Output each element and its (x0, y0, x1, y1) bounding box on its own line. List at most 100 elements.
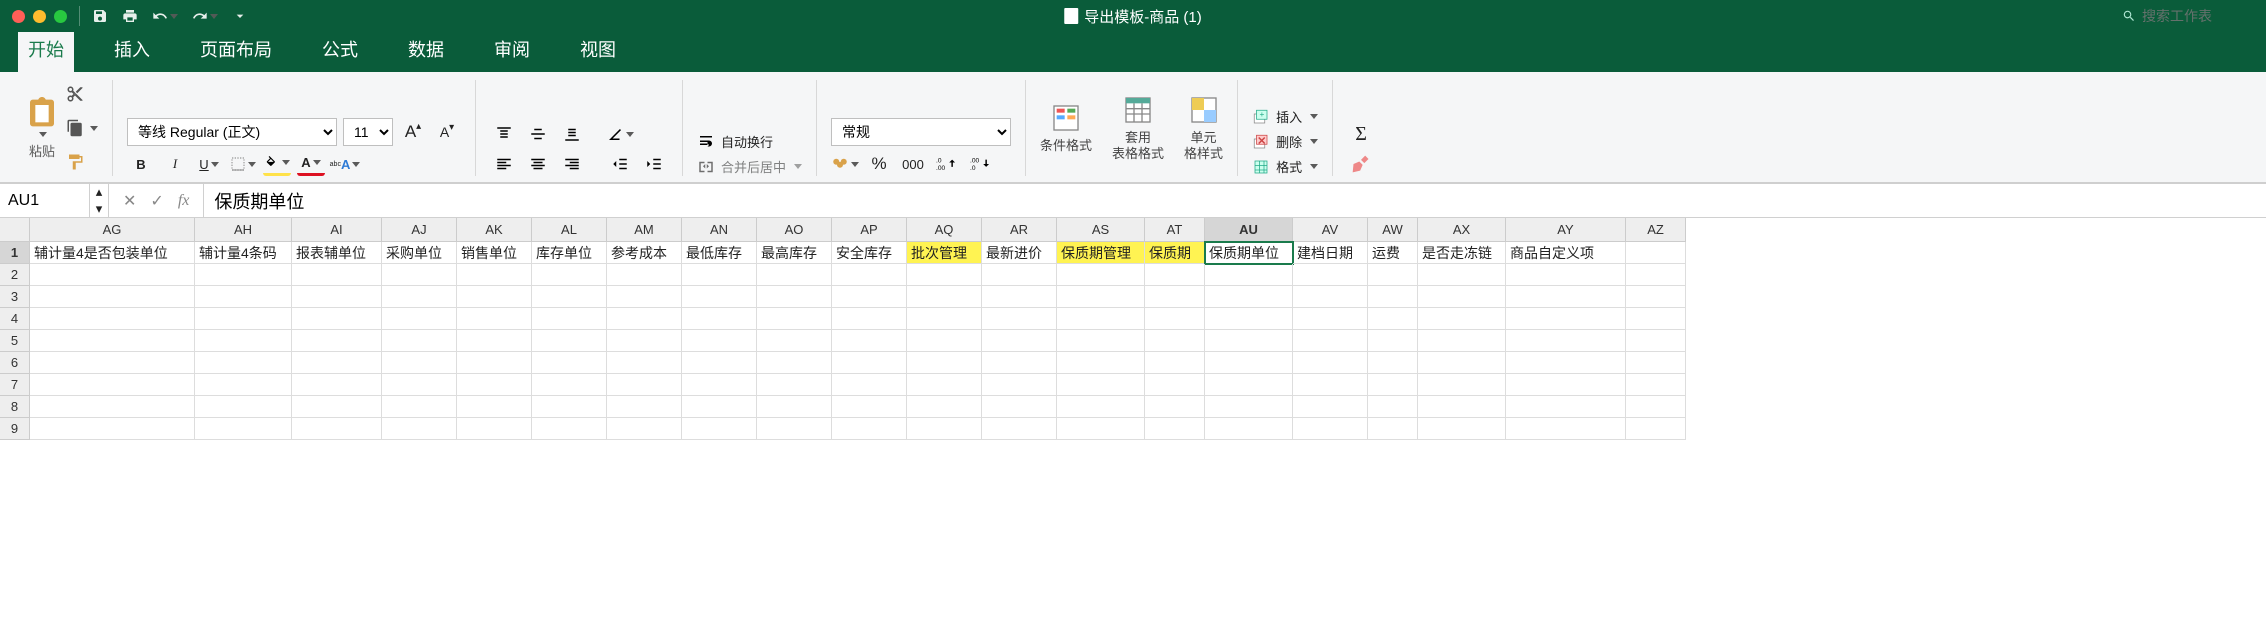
cell[interactable] (1145, 286, 1205, 308)
decrease-indent-button[interactable] (606, 152, 634, 176)
column-header[interactable]: AR (982, 218, 1057, 242)
paste-button[interactable]: 粘贴 (26, 97, 58, 160)
cell[interactable] (832, 330, 907, 352)
cell[interactable] (682, 418, 757, 440)
decrease-decimal-button[interactable]: .00.0 (967, 152, 995, 176)
name-box-stepper[interactable]: ▴ ▾ (90, 184, 109, 217)
tab-2[interactable]: 页面布局 (190, 28, 282, 72)
insert-cells-button[interactable]: +插入 (1252, 107, 1318, 126)
table-format-button[interactable]: 套用 表格格式 (1112, 94, 1164, 161)
cell[interactable] (457, 308, 532, 330)
cell[interactable] (982, 308, 1057, 330)
align-bottom-button[interactable] (558, 122, 586, 146)
percent-button[interactable]: % (865, 152, 893, 176)
cell[interactable] (1293, 286, 1368, 308)
cell[interactable] (682, 396, 757, 418)
cell[interactable] (1145, 308, 1205, 330)
cell[interactable] (1626, 330, 1686, 352)
cell[interactable]: 是否走冻链 (1418, 242, 1506, 264)
cell[interactable] (1057, 330, 1145, 352)
cell[interactable] (532, 330, 607, 352)
cell[interactable] (607, 286, 682, 308)
cell[interactable] (832, 352, 907, 374)
format-painter-button[interactable] (66, 148, 98, 176)
cell[interactable] (1293, 418, 1368, 440)
stepper-down-icon[interactable]: ▾ (90, 201, 108, 218)
cell[interactable] (30, 264, 195, 286)
confirm-edit-button[interactable]: ✓ (150, 191, 163, 211)
cell[interactable] (757, 308, 832, 330)
increase-decimal-button[interactable]: .0.00 (933, 152, 961, 176)
merge-center-button[interactable]: 合并后居中 (697, 157, 802, 176)
cell[interactable] (757, 418, 832, 440)
cell-style-button[interactable]: 单元 格样式 (1184, 94, 1223, 161)
cell[interactable] (195, 352, 292, 374)
cell[interactable] (1626, 352, 1686, 374)
copy-button[interactable] (66, 114, 98, 142)
cell[interactable]: 安全库存 (832, 242, 907, 264)
row-header[interactable]: 3 (0, 286, 30, 308)
cell[interactable] (907, 352, 982, 374)
cell[interactable] (757, 374, 832, 396)
cell[interactable] (1368, 330, 1418, 352)
cell[interactable] (532, 396, 607, 418)
cell[interactable] (607, 264, 682, 286)
cell[interactable] (982, 374, 1057, 396)
cell[interactable] (195, 374, 292, 396)
more-icon[interactable] (232, 8, 248, 24)
cell[interactable] (1418, 374, 1506, 396)
column-header[interactable]: AW (1368, 218, 1418, 242)
cell[interactable] (457, 330, 532, 352)
cell[interactable] (382, 396, 457, 418)
cell[interactable] (1293, 396, 1368, 418)
bold-button[interactable]: B (127, 152, 155, 176)
tab-4[interactable]: 数据 (398, 28, 454, 72)
stepper-up-icon[interactable]: ▴ (90, 184, 108, 201)
cell[interactable] (1418, 352, 1506, 374)
fill-color-button[interactable] (263, 152, 291, 176)
comma-button[interactable]: 000 (899, 152, 927, 176)
cell[interactable] (1057, 286, 1145, 308)
cell[interactable] (607, 396, 682, 418)
italic-button[interactable]: I (161, 152, 189, 176)
increase-font-button[interactable]: A▴ (399, 120, 427, 144)
row-header[interactable]: 1 (0, 242, 30, 264)
column-header[interactable]: AZ (1626, 218, 1686, 242)
cell[interactable] (195, 264, 292, 286)
delete-cells-button[interactable]: 删除 (1252, 132, 1318, 151)
column-header[interactable]: AP (832, 218, 907, 242)
undo-icon[interactable] (152, 8, 178, 24)
column-header[interactable]: AT (1145, 218, 1205, 242)
underline-button[interactable]: U (195, 152, 223, 176)
cell[interactable] (1368, 352, 1418, 374)
font-size-select[interactable]: 11 (343, 118, 393, 146)
cell[interactable] (1506, 374, 1626, 396)
cell[interactable] (195, 308, 292, 330)
increase-indent-button[interactable] (640, 152, 668, 176)
cell[interactable] (1626, 286, 1686, 308)
currency-button[interactable] (831, 152, 859, 176)
tab-0[interactable]: 开始 (18, 28, 74, 72)
cell[interactable] (195, 286, 292, 308)
cell[interactable] (1293, 374, 1368, 396)
wrap-text-button[interactable]: 自动换行 (697, 132, 802, 151)
font-color-button[interactable]: A (297, 152, 325, 176)
column-header[interactable]: AM (607, 218, 682, 242)
conditional-format-button[interactable]: 条件格式 (1040, 102, 1092, 154)
cell[interactable] (1506, 418, 1626, 440)
format-cells-button[interactable]: 格式 (1252, 157, 1318, 176)
cell[interactable] (907, 308, 982, 330)
save-icon[interactable] (92, 8, 108, 24)
column-header[interactable]: AK (457, 218, 532, 242)
cell[interactable] (1205, 352, 1293, 374)
cell[interactable] (682, 264, 757, 286)
cell[interactable] (292, 396, 382, 418)
cell[interactable] (1145, 374, 1205, 396)
cell[interactable] (1057, 374, 1145, 396)
cell[interactable] (907, 396, 982, 418)
cell[interactable] (1626, 242, 1686, 264)
cell[interactable]: 保质期单位 (1205, 242, 1293, 264)
cell[interactable] (292, 308, 382, 330)
cell[interactable] (1057, 352, 1145, 374)
column-header[interactable]: AY (1506, 218, 1626, 242)
